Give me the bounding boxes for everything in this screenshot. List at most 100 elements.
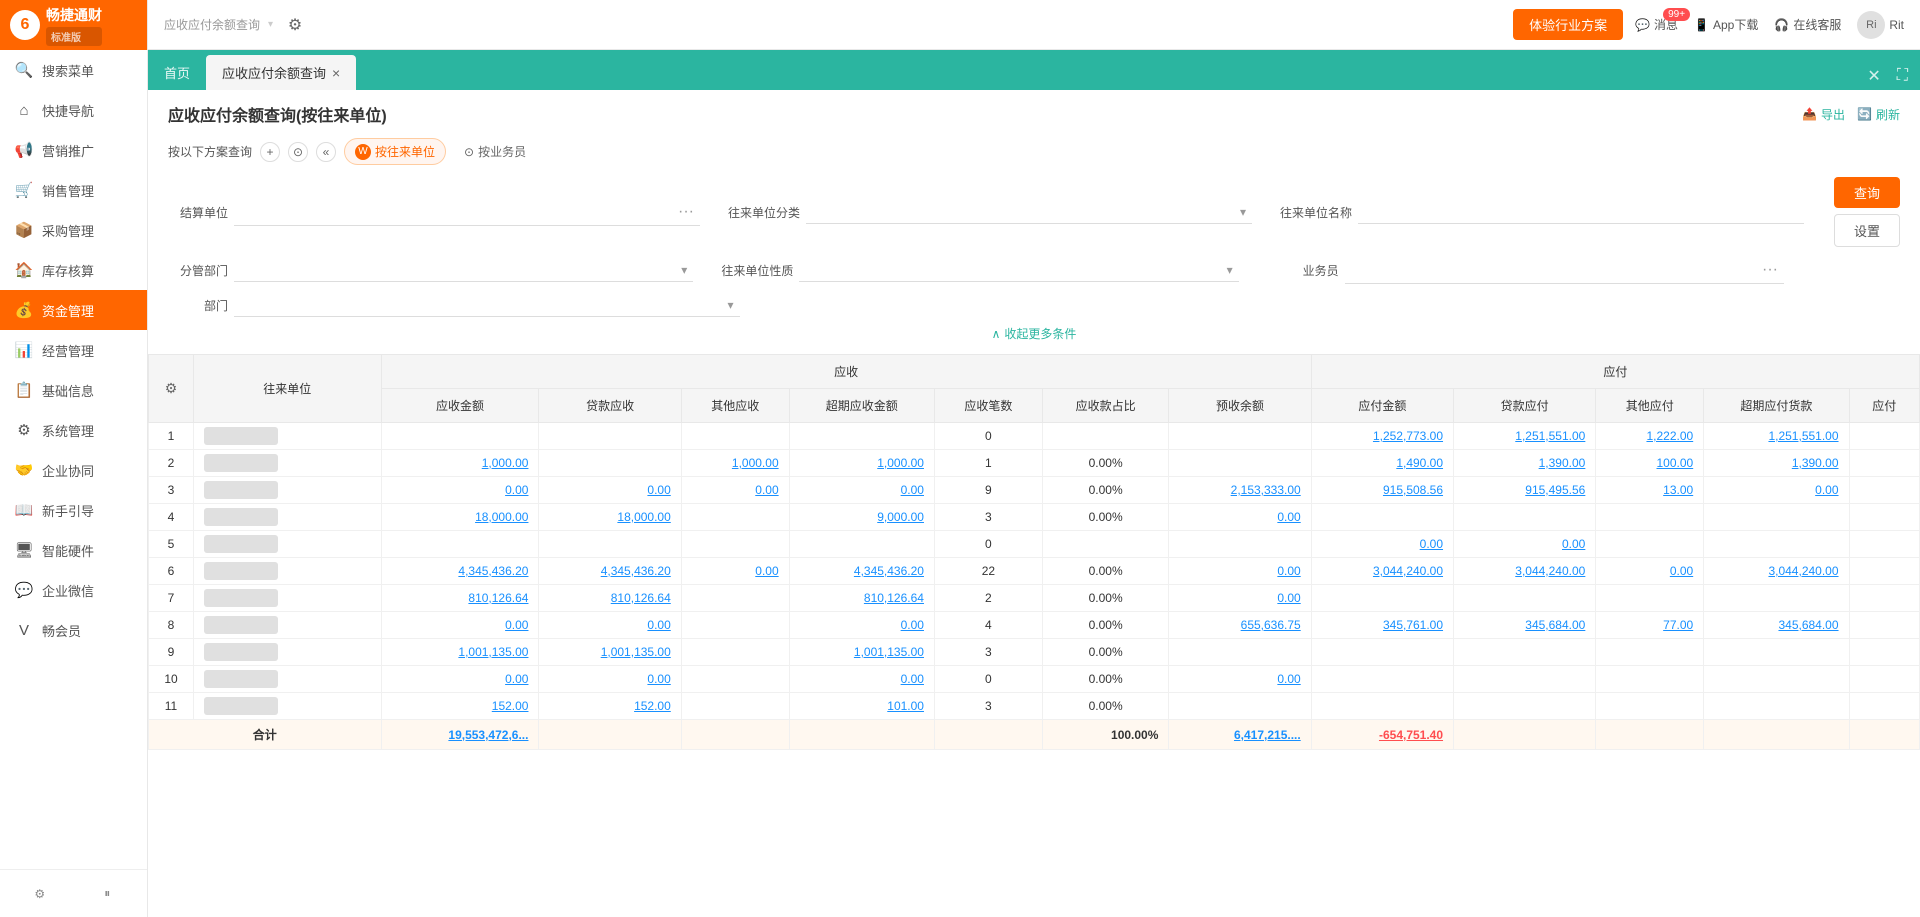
row-overdue_receivable[interactable]: 4,345,436.20: [789, 558, 934, 585]
row-receivable_amount[interactable]: 152.00: [381, 693, 539, 720]
settlement-input[interactable]: ···: [234, 199, 700, 226]
row-loan_payable[interactable]: 1,390.00: [1454, 450, 1596, 477]
row-payable_amount[interactable]: 915,508.56: [1311, 477, 1453, 504]
sidebar-item-search[interactable]: 🔍搜索菜单: [0, 50, 147, 90]
unit-nature-select[interactable]: ▾: [799, 259, 1238, 282]
row-loan_receivable[interactable]: 0.00: [539, 666, 681, 693]
filter-collapse-icon[interactable]: «: [316, 142, 336, 162]
filter-settings-icon[interactable]: ⊙: [288, 142, 308, 162]
row-loan_payable[interactable]: 1,251,551.00: [1454, 423, 1596, 450]
row-overdue_payable[interactable]: 0.00: [1704, 477, 1849, 504]
row-receivable_amount[interactable]: 810,126.64: [381, 585, 539, 612]
row-overdue_receivable[interactable]: 101.00: [789, 693, 934, 720]
row-overdue_receivable[interactable]: 0.00: [789, 666, 934, 693]
row-overdue_receivable[interactable]: 810,126.64: [789, 585, 934, 612]
footer-receivable-amount[interactable]: 19,553,472,6...: [381, 720, 539, 750]
row-overdue_payable[interactable]: 3,044,240.00: [1704, 558, 1849, 585]
footer-payable-amount[interactable]: -654,751.40: [1311, 720, 1453, 750]
trial-button[interactable]: 体验行业方案: [1513, 9, 1623, 40]
footer-prepay-balance[interactable]: 6,417,215....: [1169, 720, 1311, 750]
row-prepay_balance[interactable]: 0.00: [1169, 558, 1311, 585]
row-overdue_receivable[interactable]: 1,001,135.00: [789, 639, 934, 666]
row-other_receivable[interactable]: 0.00: [681, 477, 789, 504]
dept-select[interactable]: ▾: [234, 259, 693, 282]
row-payable_amount[interactable]: 345,761.00: [1311, 612, 1453, 639]
sidebar-item-member[interactable]: V畅会员: [0, 610, 147, 650]
row-overdue_payable[interactable]: 1,390.00: [1704, 450, 1849, 477]
row-payable_amount[interactable]: 1,490.00: [1311, 450, 1453, 477]
row-receivable_amount[interactable]: 0.00: [381, 477, 539, 504]
row-loan_payable[interactable]: 915,495.56: [1454, 477, 1596, 504]
sidebar-item-sales[interactable]: 🛒销售管理: [0, 170, 147, 210]
row-payable_amount[interactable]: 3,044,240.00: [1311, 558, 1453, 585]
salesperson-input[interactable]: ···: [1345, 257, 1784, 284]
row-other_payable[interactable]: 77.00: [1596, 612, 1704, 639]
sidebar-item-purchase[interactable]: 📦采购管理: [0, 210, 147, 250]
row-other_payable[interactable]: 13.00: [1596, 477, 1704, 504]
tab-close-icon2[interactable]: ✕: [1863, 62, 1884, 90]
row-loan_payable[interactable]: 3,044,240.00: [1454, 558, 1596, 585]
tab-home[interactable]: 首页: [148, 55, 206, 90]
row-loan_payable[interactable]: 345,684.00: [1454, 612, 1596, 639]
sidebar-settings-btn[interactable]: ⚙: [10, 880, 70, 907]
row-loan_receivable[interactable]: 152.00: [539, 693, 681, 720]
row-receivable_amount[interactable]: 1,000.00: [381, 450, 539, 477]
query-button[interactable]: 查询: [1834, 177, 1900, 208]
row-loan_receivable[interactable]: 1,001,135.00: [539, 639, 681, 666]
sidebar-item-cooperation[interactable]: 🤝企业协同: [0, 450, 147, 490]
row-receivable_amount[interactable]: 0.00: [381, 612, 539, 639]
sidebar-item-finance[interactable]: 💰资金管理: [0, 290, 147, 330]
sidebar-item-operation[interactable]: 📊经营管理: [0, 330, 147, 370]
refresh-button[interactable]: 🔄 刷新: [1857, 106, 1900, 123]
sidebar-item-hardware[interactable]: 🖥智能硬件: [0, 530, 147, 570]
unit-category-select[interactable]: ▾: [806, 201, 1252, 224]
settings-button[interactable]: 设置: [1834, 214, 1900, 247]
tab-maximize-icon[interactable]: ⛶: [1893, 63, 1912, 89]
sidebar-item-system[interactable]: ⚙系统管理: [0, 410, 147, 450]
row-payable_amount[interactable]: 0.00: [1311, 531, 1453, 558]
row-prepay_balance[interactable]: 0.00: [1169, 585, 1311, 612]
row-receivable_amount[interactable]: 0.00: [381, 666, 539, 693]
tab-active[interactable]: 应收应付余额查询 ×: [206, 55, 356, 90]
export-button[interactable]: 📤 导出: [1802, 106, 1845, 123]
header-settings-icon[interactable]: ⚙: [281, 11, 309, 39]
row-other_receivable[interactable]: 1,000.00: [681, 450, 789, 477]
row-other_payable[interactable]: 100.00: [1596, 450, 1704, 477]
sidebar-item-wechat[interactable]: 💬企业微信: [0, 570, 147, 610]
sidebar-item-guide[interactable]: 📖新手引导: [0, 490, 147, 530]
sidebar-item-quick[interactable]: ⌂快捷导航: [0, 90, 147, 130]
unit-name-input[interactable]: [1358, 201, 1804, 224]
row-loan_receivable[interactable]: 4,345,436.20: [539, 558, 681, 585]
table-container[interactable]: ⚙ 往来单位 应收 应付 应收金额 贷款应收 其他应收 超期应收金额 应收笔数 …: [148, 354, 1920, 917]
row-prepay_balance[interactable]: 655,636.75: [1169, 612, 1311, 639]
online-service-item[interactable]: 🎧 在线客服: [1774, 16, 1841, 33]
app-download-item[interactable]: 📱 App下载: [1694, 16, 1758, 33]
row-loan_receivable[interactable]: 0.00: [539, 612, 681, 639]
row-overdue_payable[interactable]: 1,251,551.00: [1704, 423, 1849, 450]
row-other_payable[interactable]: 1,222.00: [1596, 423, 1704, 450]
sidebar-item-marketing[interactable]: 📢营销推广: [0, 130, 147, 170]
row-other_receivable[interactable]: 0.00: [681, 558, 789, 585]
message-item[interactable]: 💬 消息 99+: [1635, 16, 1678, 33]
table-settings-icon[interactable]: ⚙: [159, 377, 183, 401]
collapse-button[interactable]: ∧ 收起更多条件: [992, 325, 1077, 342]
row-other_payable[interactable]: 0.00: [1596, 558, 1704, 585]
sidebar-item-inventory[interactable]: 🏠库存核算: [0, 250, 147, 290]
row-prepay_balance[interactable]: 2,153,333.00: [1169, 477, 1311, 504]
filter-add-icon[interactable]: +: [260, 142, 280, 162]
row-overdue_payable[interactable]: 345,684.00: [1704, 612, 1849, 639]
filter-option-staff[interactable]: ⊙ 按业务员: [454, 139, 536, 164]
sidebar-item-basic[interactable]: 📋基础信息: [0, 370, 147, 410]
user-info[interactable]: Ri Rit: [1857, 11, 1904, 39]
row-overdue_receivable[interactable]: 0.00: [789, 477, 934, 504]
row-prepay_balance[interactable]: 0.00: [1169, 666, 1311, 693]
row-receivable_amount[interactable]: 4,345,436.20: [381, 558, 539, 585]
tab-close-icon[interactable]: ×: [332, 65, 340, 81]
row-receivable_amount[interactable]: 18,000.00: [381, 504, 539, 531]
row-overdue_receivable[interactable]: 0.00: [789, 612, 934, 639]
row-payable_amount[interactable]: 1,252,773.00: [1311, 423, 1453, 450]
sidebar-collapse-btn[interactable]: ⏸: [78, 880, 138, 907]
row-receivable_amount[interactable]: 1,001,135.00: [381, 639, 539, 666]
department-select[interactable]: ▾: [234, 294, 740, 317]
row-overdue_receivable[interactable]: 9,000.00: [789, 504, 934, 531]
